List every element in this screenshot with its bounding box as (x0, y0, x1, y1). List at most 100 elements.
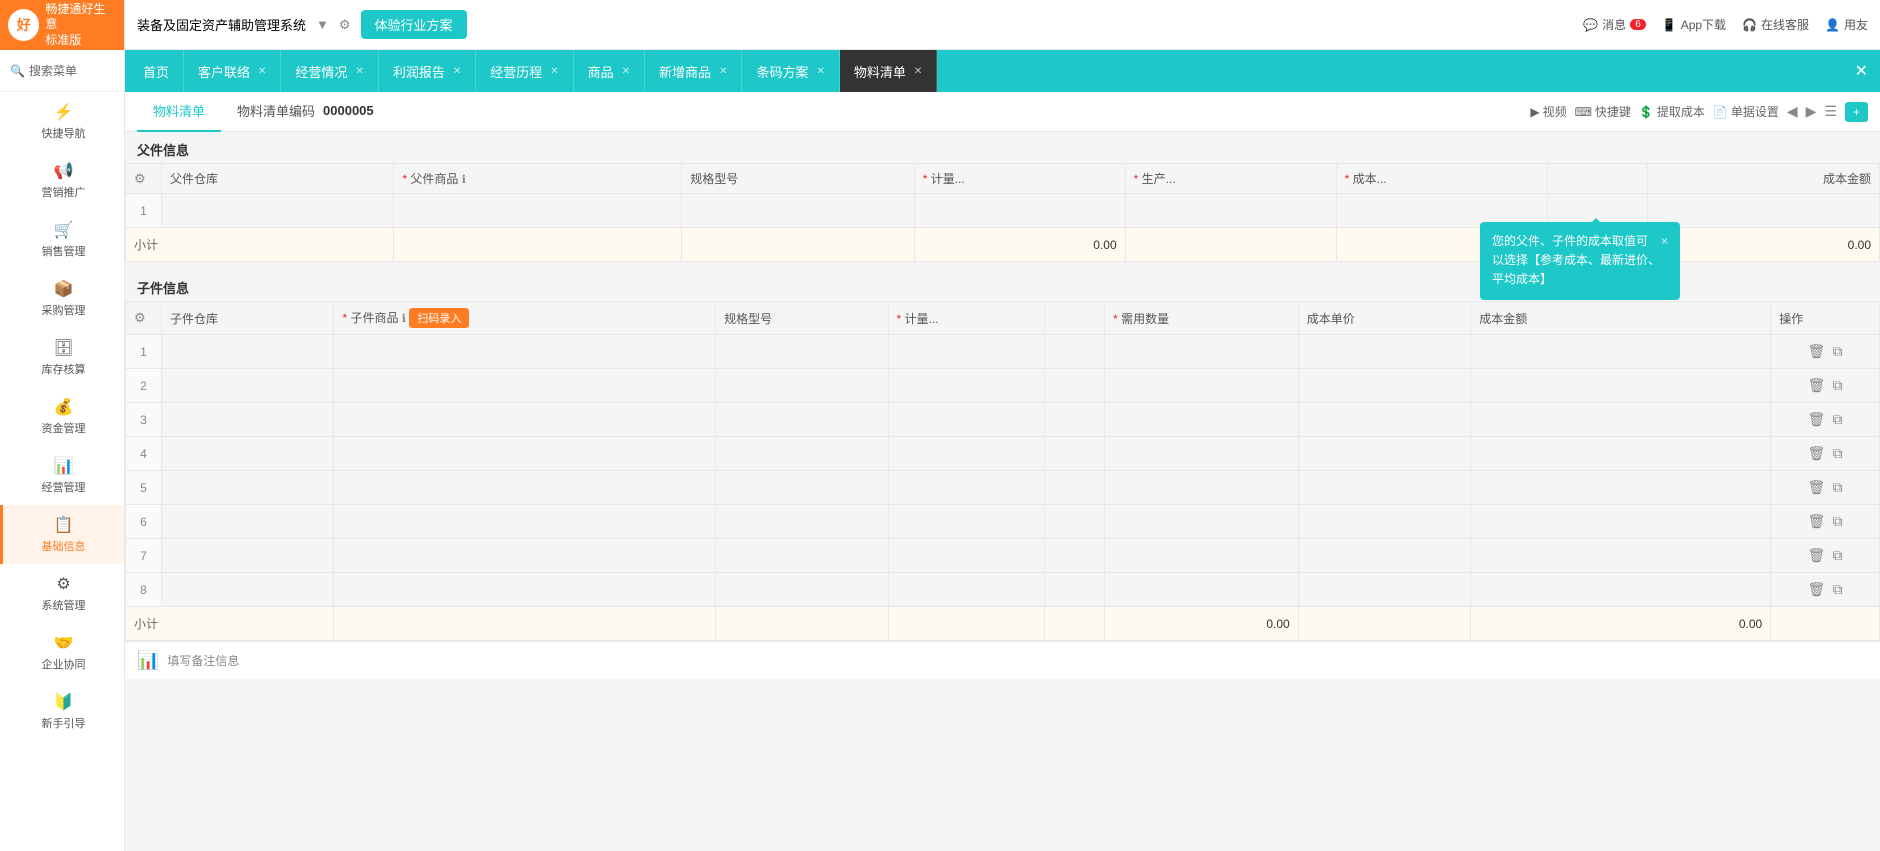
child-cell-cost-amount-8[interactable] (1471, 573, 1771, 607)
child-cell-warehouse-2[interactable] (162, 369, 334, 403)
note-label[interactable]: 填写备注信息 (167, 652, 239, 669)
message-button[interactable]: 💬 消息 6 (1583, 16, 1646, 33)
tab-close-new-goods[interactable]: ✕ (719, 66, 727, 77)
tab-close-customer[interactable]: ✕ (258, 66, 266, 77)
delete-icon-7[interactable]: 🗑 (1808, 547, 1826, 563)
child-cell-goods-7[interactable] (334, 539, 716, 573)
delete-icon-8[interactable]: 🗑 (1808, 581, 1826, 597)
nav-left-button[interactable]: ◀ (1787, 103, 1798, 120)
sidebar-item-system[interactable]: ⚙系统管理 (0, 564, 124, 623)
child-cell-cost-amount-7[interactable] (1471, 539, 1771, 573)
child-cell-cost-unit-3[interactable] (1298, 403, 1470, 437)
child-cell-unit-2[interactable] (888, 369, 1045, 403)
tab-close-history[interactable]: ✕ (550, 66, 558, 77)
tab-bom-list[interactable]: 物料清单 (137, 92, 221, 132)
nav-tab-business-status[interactable]: 经营情况✕ (281, 50, 378, 92)
parent-cell-goods-1[interactable] (394, 194, 682, 228)
child-cell-needed-3[interactable] (1105, 403, 1299, 437)
sidebar-item-basic-info[interactable]: 📋基础信息 (0, 505, 124, 564)
child-cell-cost-amount-5[interactable] (1471, 471, 1771, 505)
child-cell-needed-8[interactable] (1105, 573, 1299, 607)
tooltip-close-button[interactable]: × (1661, 232, 1668, 251)
child-cell-unit-3[interactable] (888, 403, 1045, 437)
sidebar-item-purchase[interactable]: 📦采购管理 (0, 269, 124, 328)
child-cell-unit-6[interactable] (888, 505, 1045, 539)
child-cell-needed-7[interactable] (1105, 539, 1299, 573)
tab-close-bom[interactable]: ✕ (914, 66, 922, 77)
child-cell-unit-5[interactable] (888, 471, 1045, 505)
parent-cell-warehouse-1[interactable] (162, 194, 394, 228)
close-all-tabs-button[interactable]: ✕ (1847, 61, 1876, 81)
child-cell-cost-unit-2[interactable] (1298, 369, 1470, 403)
child-cell-unit-8[interactable] (888, 573, 1045, 607)
copy-icon-3[interactable]: ⧉ (1833, 411, 1843, 427)
nav-tab-profit[interactable]: 利润报告✕ (379, 50, 476, 92)
child-cell-goods-8[interactable] (334, 573, 716, 607)
delete-icon-1[interactable]: 🗑 (1808, 343, 1826, 359)
child-cell-unit-1[interactable] (888, 335, 1045, 369)
nav-tab-new-goods[interactable]: 新增商品✕ (645, 50, 742, 92)
tab-close-profit[interactable]: ✕ (453, 66, 461, 77)
nav-tab-goods[interactable]: 商品✕ (574, 50, 645, 92)
child-th-setting[interactable]: ⚙ (126, 302, 162, 335)
copy-icon-1[interactable]: ⧉ (1833, 343, 1843, 359)
child-cell-spec-4[interactable] (716, 437, 888, 471)
copy-icon-7[interactable]: ⧉ (1833, 547, 1843, 563)
child-cell-spec-7[interactable] (716, 539, 888, 573)
nav-tab-history[interactable]: 经营历程✕ (476, 50, 573, 92)
child-cell-cost-amount-6[interactable] (1471, 505, 1771, 539)
child-cell-needed-1[interactable] (1105, 335, 1299, 369)
child-cell-cost-unit-7[interactable] (1298, 539, 1470, 573)
child-cell-cost-unit-5[interactable] (1298, 471, 1470, 505)
tab-close-business-status[interactable]: ✕ (355, 66, 363, 77)
delete-icon-3[interactable]: 🗑 (1808, 411, 1826, 427)
child-cell-cost-amount-4[interactable] (1471, 437, 1771, 471)
sidebar-item-finance[interactable]: 💰资金管理 (0, 387, 124, 446)
child-cell-unit-7[interactable] (888, 539, 1045, 573)
tab-close-barcode[interactable]: ✕ (816, 66, 824, 77)
child-cell-cost-unit-6[interactable] (1298, 505, 1470, 539)
app-download-button[interactable]: 📱 App下载 (1662, 16, 1726, 33)
child-cell-spec-8[interactable] (716, 573, 888, 607)
child-cell-needed-6[interactable] (1105, 505, 1299, 539)
child-cell-spec-6[interactable] (716, 505, 888, 539)
grid-view-button[interactable]: ☰ (1824, 103, 1837, 120)
nav-right-button[interactable]: ▶ (1806, 103, 1817, 120)
child-cell-spec-3[interactable] (716, 403, 888, 437)
sidebar-item-sales[interactable]: 🛒销售管理 (0, 210, 124, 269)
child-cell-goods-2[interactable] (334, 369, 716, 403)
child-cell-warehouse-5[interactable] (162, 471, 334, 505)
child-cell-warehouse-7[interactable] (162, 539, 334, 573)
child-cell-cost-unit-8[interactable] (1298, 573, 1470, 607)
child-cell-spec-1[interactable] (716, 335, 888, 369)
nav-tab-customer[interactable]: 客户联络✕ (184, 50, 281, 92)
child-cell-cost-amount-1[interactable] (1471, 335, 1771, 369)
sidebar-item-marketing[interactable]: 📢营销推广 (0, 151, 124, 210)
child-cell-goods-5[interactable] (334, 471, 716, 505)
parent-cell-spec-1[interactable] (682, 194, 914, 228)
delete-icon-2[interactable]: 🗑 (1808, 377, 1826, 393)
child-cell-goods-3[interactable] (334, 403, 716, 437)
parent-cell-produce-1[interactable] (1125, 194, 1336, 228)
child-cell-cost-unit-1[interactable] (1298, 335, 1470, 369)
nav-tab-barcode[interactable]: 条码方案✕ (742, 50, 839, 92)
cost-button[interactable]: 💲 提取成本 (1639, 103, 1705, 120)
child-cell-needed-4[interactable] (1105, 437, 1299, 471)
child-cell-goods-6[interactable] (334, 505, 716, 539)
scan-input-button[interactable]: 扫码录入 (409, 308, 469, 328)
sidebar-item-business[interactable]: 📊经营管理 (0, 446, 124, 505)
child-cell-goods-4[interactable] (334, 437, 716, 471)
delete-icon-6[interactable]: 🗑 (1808, 513, 1826, 529)
copy-icon-4[interactable]: ⧉ (1833, 445, 1843, 461)
child-cell-goods-1[interactable] (334, 335, 716, 369)
nav-tab-bom[interactable]: 物料清单✕ (840, 50, 937, 92)
trial-button[interactable]: 体验行业方案 (361, 10, 467, 39)
search-menu-button[interactable]: 🔍 搜索菜单 (6, 58, 118, 83)
add-row-button[interactable]: + (1845, 102, 1868, 122)
child-cell-warehouse-1[interactable] (162, 335, 334, 369)
copy-icon-6[interactable]: ⧉ (1833, 513, 1843, 529)
child-cell-spec-5[interactable] (716, 471, 888, 505)
child-cell-spec-2[interactable] (716, 369, 888, 403)
delete-icon-5[interactable]: 🗑 (1808, 479, 1826, 495)
child-cell-warehouse-4[interactable] (162, 437, 334, 471)
